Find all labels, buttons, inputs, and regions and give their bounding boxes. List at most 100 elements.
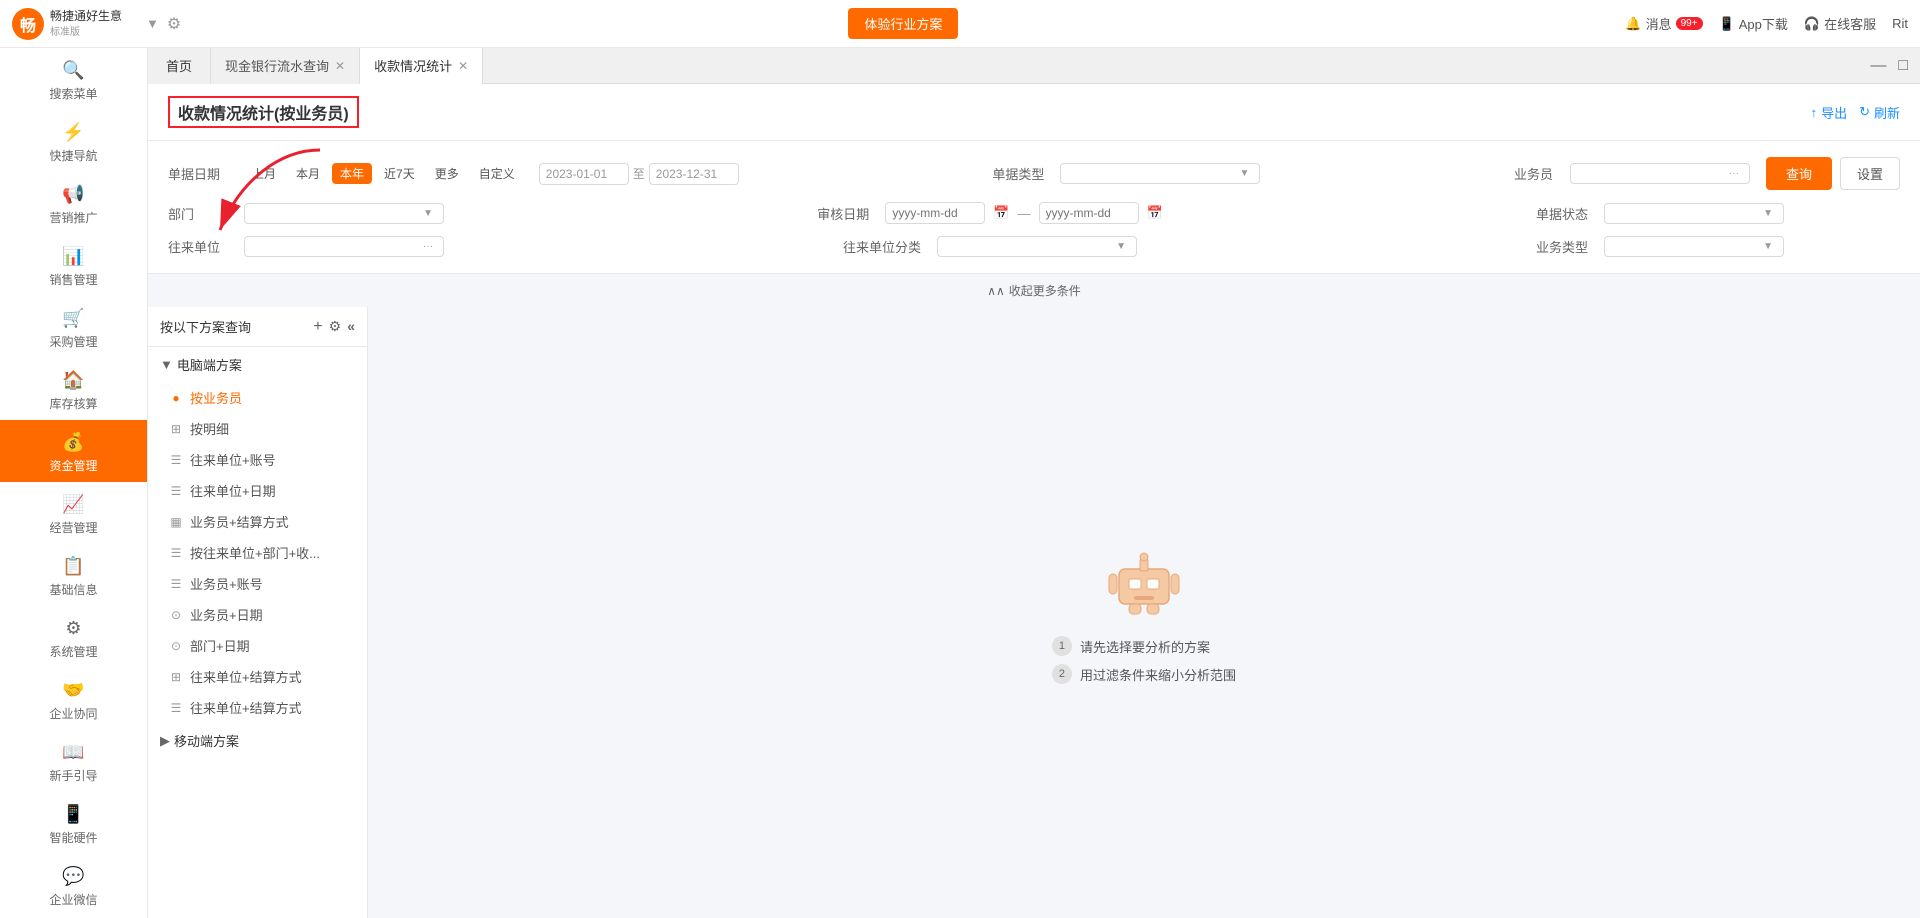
- sidebar-item-wechat[interactable]: 💬 企业微信: [0, 854, 147, 916]
- tree-item-detail[interactable]: ⊞ 按明细: [148, 413, 367, 444]
- main-layout: 🔍 搜索菜单 ⚡ 快捷导航 📢 营销推广 📊 销售管理 🛒 采购管理 🏠 库存核…: [0, 0, 1920, 918]
- settings-button[interactable]: 设置: [1840, 157, 1900, 190]
- messages-badge: 99+: [1676, 17, 1703, 30]
- collapse-bar[interactable]: ∧∧ 收起更多条件: [148, 274, 1920, 307]
- salesman-select[interactable]: ···: [1570, 163, 1750, 184]
- sidebar-item-collab[interactable]: 🤝 企业协同: [0, 668, 147, 730]
- date-tab-thisyear[interactable]: 本年: [332, 163, 372, 184]
- calendar-to-icon[interactable]: 📅: [1147, 205, 1163, 221]
- page-content: 收款情况统计(按业务员) ↑ 导出 ↻ 刷新 单据日期: [148, 84, 1920, 918]
- partner-select[interactable]: ···: [244, 236, 444, 257]
- tab-bank-flow-label: 现金银行流水查询: [225, 56, 329, 75]
- calendar-from-icon[interactable]: 📅: [993, 205, 1009, 221]
- date-tab-more[interactable]: 更多: [427, 163, 467, 184]
- tab-bar-right: — □: [1866, 53, 1920, 79]
- online-support-button[interactable]: 🎧 在线客服: [1804, 14, 1876, 33]
- trial-button[interactable]: 体验行业方案: [848, 8, 958, 39]
- panel-settings-icon[interactable]: ⚙: [329, 318, 342, 336]
- tab-maximize-icon[interactable]: □: [1894, 53, 1912, 79]
- biz-type-select[interactable]: ▼: [1604, 236, 1784, 257]
- hardware-icon: 📱: [62, 804, 84, 825]
- date-tab-lastmonth[interactable]: 上月: [244, 163, 284, 184]
- date-from-input[interactable]: [539, 163, 629, 185]
- panel-collapse-icon[interactable]: «: [347, 318, 355, 336]
- tree-group-desktop[interactable]: ▼ 电脑端方案: [148, 347, 367, 382]
- top-header: 畅 畅捷通好生意 标准版 ▼ ⚙ 体验行业方案 🔔 消息 99+ 📱 App下载…: [0, 0, 1920, 48]
- sidebar-item-inventory[interactable]: 🏠 库存核算: [0, 358, 147, 420]
- tree-item-partner-date[interactable]: ☰ 往来单位+日期: [148, 475, 367, 506]
- salesman-account-icon: ☰: [168, 577, 184, 591]
- tab-receivables-label: 收款情况统计: [374, 56, 452, 75]
- dropdown-icon[interactable]: ▼: [146, 16, 159, 31]
- tree-item-partner-dept-label: 按往来单位+部门+收...: [190, 543, 320, 562]
- sidebar-item-finance[interactable]: 💰 资金管理: [0, 420, 147, 482]
- tree-group-mobile[interactable]: ▶ 移动端方案: [148, 723, 367, 758]
- salesman-arrow: ···: [1729, 168, 1739, 179]
- audit-to-input[interactable]: [1039, 202, 1139, 224]
- tree-item-partner-settlement2[interactable]: ☰ 往来单位+结算方式: [148, 692, 367, 723]
- tab-minimize-icon[interactable]: —: [1866, 53, 1890, 79]
- user-avatar[interactable]: Rit: [1892, 16, 1908, 31]
- settings-icon[interactable]: ⚙: [167, 14, 181, 34]
- sidebar-item-operations[interactable]: 📈 经营管理: [0, 482, 147, 544]
- sidebar-label-basic-info: 基础信息: [49, 581, 97, 598]
- left-panel: 按以下方案查询 + ⚙ « ▼ 电脑端方案 ● 按业务: [148, 307, 368, 918]
- partner-cat-select[interactable]: ▼: [937, 236, 1137, 257]
- partner-dept-icon: ☰: [168, 546, 184, 560]
- tab-bank-flow[interactable]: 现金银行流水查询 ✕: [211, 48, 360, 84]
- sidebar-item-search[interactable]: 🔍 搜索菜单: [0, 48, 147, 110]
- sidebar-item-hardware[interactable]: 📱 智能硬件: [0, 792, 147, 854]
- partner-dots: ···: [423, 241, 433, 252]
- export-button[interactable]: ↑ 导出: [1811, 103, 1848, 122]
- tree-item-partner-dept[interactable]: ☰ 按往来单位+部门+收...: [148, 537, 367, 568]
- app-download-button[interactable]: 📱 App下载: [1719, 14, 1788, 33]
- tree-item-dept-date[interactable]: ⊙ 部门+日期: [148, 630, 367, 661]
- sidebar-label-operations: 经营管理: [49, 519, 97, 536]
- date-tab-thismonth[interactable]: 本月: [288, 163, 328, 184]
- sidebar-item-system[interactable]: ⚙ 系统管理: [0, 606, 147, 668]
- tree-item-salesman-date[interactable]: ⊙ 业务员+日期: [148, 599, 367, 630]
- tab-receivables-close[interactable]: ✕: [458, 59, 468, 73]
- sidebar-label-sales: 销售管理: [49, 271, 97, 288]
- salesman-label: 业务员: [1514, 164, 1554, 183]
- content-body: 按以下方案查询 + ⚙ « ▼ 电脑端方案 ● 按业务: [148, 307, 1920, 918]
- doc-type-arrow: ▼: [1239, 168, 1249, 179]
- header-right: 🔔 消息 99+ 📱 App下载 🎧 在线客服 Rit: [1625, 14, 1908, 33]
- audit-from-input[interactable]: [885, 202, 985, 224]
- tree-item-salesman-account[interactable]: ☰ 业务员+账号: [148, 568, 367, 599]
- sidebar-item-basic-info[interactable]: 📋 基础信息: [0, 544, 147, 606]
- tree-item-salesman-settlement[interactable]: ▦ 业务员+结算方式: [148, 506, 367, 537]
- sidebar-item-sales[interactable]: 📊 销售管理: [0, 234, 147, 296]
- refresh-button[interactable]: ↻ 刷新: [1859, 103, 1900, 122]
- dept-arrow: ▼: [423, 208, 433, 219]
- inventory-icon: 🏠: [62, 370, 84, 391]
- tree-item-salesman-settlement-label: 业务员+结算方式: [190, 512, 289, 531]
- step-1-num: 1: [1052, 636, 1072, 656]
- sidebar-item-quicknav[interactable]: ⚡ 快捷导航: [0, 110, 147, 172]
- header-left: 畅 畅捷通好生意 标准版 ▼ ⚙: [12, 8, 181, 40]
- date-to-input[interactable]: [649, 163, 739, 185]
- filter-area: 单据日期 上月 本月 本年 近7天 更多 自定义 至: [148, 141, 1920, 274]
- panel-add-icon[interactable]: +: [313, 318, 322, 336]
- dept-select[interactable]: ▼: [244, 203, 444, 224]
- filter-row-2: 部门 ▼ 审核日期 📅 — 📅 单据状态: [168, 202, 1900, 224]
- tree-item-partner-settlement1[interactable]: ⊞ 往来单位+结算方式: [148, 661, 367, 692]
- messages-button[interactable]: 🔔 消息 99+: [1625, 14, 1702, 33]
- sidebar-item-purchase[interactable]: 🛒 采购管理: [0, 296, 147, 358]
- query-button[interactable]: 查询: [1766, 157, 1832, 190]
- date-tab-7days[interactable]: 近7天: [376, 163, 423, 184]
- filter-buttons: 查询 设置: [1766, 157, 1900, 190]
- sidebar-item-newbie[interactable]: 📖 新手引导: [0, 730, 147, 792]
- date-tab-custom[interactable]: 自定义: [471, 163, 523, 184]
- tree-item-by-salesman[interactable]: ● 按业务员: [148, 382, 367, 413]
- tab-receivables[interactable]: 收款情况统计 ✕: [360, 48, 483, 84]
- tab-home[interactable]: 首页: [148, 48, 211, 84]
- sidebar-label-inventory: 库存核算: [49, 395, 97, 412]
- tree-item-partner-account[interactable]: ☰ 往来单位+账号: [148, 444, 367, 475]
- sidebar-item-marketing[interactable]: 📢 营销推广: [0, 172, 147, 234]
- collab-icon: 🤝: [62, 680, 84, 701]
- status-select[interactable]: ▼: [1604, 203, 1784, 224]
- tab-bank-flow-close[interactable]: ✕: [335, 59, 345, 73]
- doc-type-select[interactable]: ▼: [1060, 163, 1260, 184]
- sidebar-label-finance: 资金管理: [49, 457, 97, 474]
